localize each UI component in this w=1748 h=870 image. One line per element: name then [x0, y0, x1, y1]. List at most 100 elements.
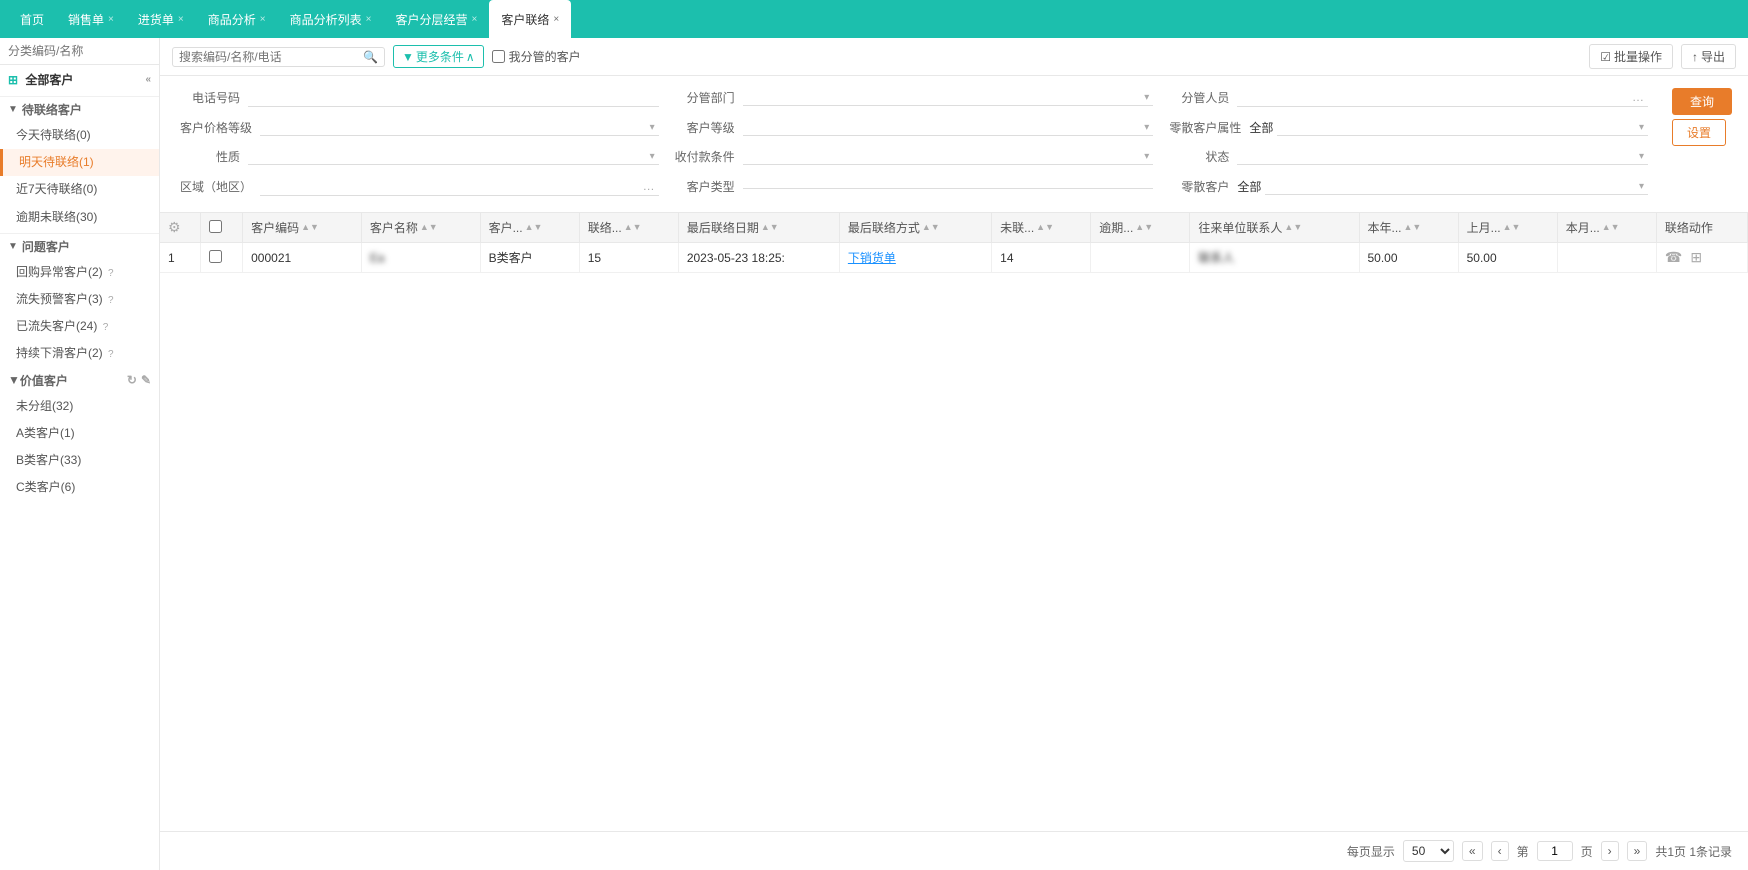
refresh-icon[interactable]: ↻: [127, 373, 137, 387]
table-settings-icon[interactable]: ⚙: [168, 219, 181, 235]
nav-customer-contact[interactable]: 客户联络 ×: [489, 0, 571, 38]
action-phone-icon[interactable]: ☎: [1665, 249, 1682, 266]
filter-customer-level-select[interactable]: ▾: [743, 120, 1154, 136]
last-month-sort-icon[interactable]: ▲▼: [1503, 223, 1521, 232]
contacts-sort-icon[interactable]: ▲▼: [624, 223, 642, 232]
nav-product-analysis-close[interactable]: ×: [260, 14, 266, 25]
filter-dept-select[interactable]: ▾: [743, 90, 1154, 106]
col-checkbox: [201, 213, 243, 243]
pending-arrow-icon: ▼: [8, 104, 18, 115]
filter-price-grade-select[interactable]: ▾: [260, 120, 659, 136]
export-button[interactable]: ↑ 导出: [1681, 44, 1736, 69]
unit-contacts-sort-icon[interactable]: ▲▼: [1284, 223, 1302, 232]
sidebar-search-input[interactable]: [8, 44, 160, 58]
first-page-button[interactable]: «: [1462, 841, 1483, 861]
last-method-link[interactable]: 下销货单: [848, 251, 896, 265]
search-box[interactable]: 🔍: [172, 47, 385, 67]
code-sort-icon[interactable]: ▲▼: [301, 223, 319, 232]
sidebar-search-box[interactable]: 🔍: [0, 38, 159, 65]
nav-product-analysis-list[interactable]: 商品分析列表 ×: [278, 0, 384, 38]
col-name: 客户名称 ▲▼: [361, 213, 480, 243]
this-month-sort-icon[interactable]: ▲▼: [1602, 223, 1620, 232]
filter-customer-type-select[interactable]: [743, 184, 1154, 189]
col-last-month: 上月... ▲▼: [1458, 213, 1557, 243]
overdue-sort-icon[interactable]: ▲▼: [1135, 223, 1153, 232]
row-category: B类客户: [480, 243, 579, 273]
gender-arrow-icon: ▾: [650, 151, 655, 162]
action-grid-icon[interactable]: ⊞: [1690, 249, 1702, 266]
row-unit-contacts: 联系人: [1190, 243, 1359, 273]
filter-btn[interactable]: ▼ 更多条件 ∧: [393, 45, 484, 68]
filter-payment-select[interactable]: ▾: [743, 149, 1154, 165]
nav-customer-layered[interactable]: 客户分层经营 ×: [383, 0, 489, 38]
filter-person-more-icon[interactable]: …: [1632, 90, 1644, 104]
query-button[interactable]: 查询: [1672, 88, 1732, 115]
action-icons: ☎ ⊞: [1665, 249, 1739, 266]
sidebar-item-week-pending[interactable]: 近7天待联络(0): [0, 176, 159, 203]
last-date-sort-icon[interactable]: ▲▼: [761, 223, 779, 232]
filter-region-more-icon[interactable]: …: [643, 179, 655, 193]
pagination: 每页显示 50 100 200 « ‹ 第 页 › » 共1页 1条记录: [160, 831, 1748, 870]
settings-button[interactable]: 设置: [1672, 119, 1726, 146]
last-page-button[interactable]: »: [1627, 841, 1648, 861]
col-action: 联络动作: [1656, 213, 1747, 243]
filter-status-select[interactable]: ▾: [1237, 149, 1648, 165]
row-select-checkbox[interactable]: [209, 250, 222, 263]
nav-purchase-order-close[interactable]: ×: [178, 14, 184, 25]
this-year-sort-icon[interactable]: ▲▼: [1404, 223, 1422, 232]
sidebar-item-ungrouped[interactable]: 未分组(32): [0, 393, 159, 420]
not-contacted-sort-icon[interactable]: ▲▼: [1036, 223, 1054, 232]
nav-home[interactable]: 首页: [8, 0, 56, 38]
sidebar-item-today-pending[interactable]: 今天待联络(0): [0, 122, 159, 149]
category-sort-icon[interactable]: ▲▼: [525, 223, 543, 232]
search-input[interactable]: [179, 50, 359, 64]
filter-phone-input[interactable]: [248, 88, 659, 107]
sidebar-item-class-c[interactable]: C类客户(6): [0, 474, 159, 501]
name-sort-icon[interactable]: ▲▼: [420, 223, 438, 232]
my-customers-checkbox[interactable]: [492, 50, 505, 63]
next-page-button[interactable]: ›: [1601, 841, 1619, 861]
batch-ops-button[interactable]: ☑ 批量操作: [1589, 44, 1673, 69]
last-method-sort-icon[interactable]: ▲▼: [922, 223, 940, 232]
filter-customer-level: 客户等级 ▾: [667, 115, 1162, 140]
customers-table: ⚙ 客户编码 ▲▼ 客户名称: [160, 213, 1748, 273]
nav-customer-contact-close[interactable]: ×: [553, 14, 559, 25]
value-section-icons: ↻ ✎: [127, 373, 151, 387]
sidebar-item-churn-warning[interactable]: 流失预警客户(3) ?: [0, 286, 159, 313]
problem-arrow-icon: ▼: [8, 241, 18, 252]
nav-sales-order-close[interactable]: ×: [108, 14, 114, 25]
nav-product-analysis-list-close[interactable]: ×: [366, 14, 372, 25]
nav-sales-order[interactable]: 销售单 ×: [56, 0, 126, 38]
filter-retail-attr-select[interactable]: ▾: [1277, 120, 1648, 136]
sidebar-item-repurchase-abnormal[interactable]: 回购异常客户(2) ?: [0, 259, 159, 286]
row-not-contacted: 14: [992, 243, 1091, 273]
sidebar-item-tomorrow-pending[interactable]: 明天待联络(1): [0, 149, 159, 176]
checkbox-icon: ☑: [1600, 50, 1611, 64]
nav-product-analysis[interactable]: 商品分析 ×: [196, 0, 278, 38]
sidebar-item-class-b[interactable]: B类客户(33): [0, 447, 159, 474]
col-last-date: 最后联络日期 ▲▼: [678, 213, 839, 243]
nav-customer-layered-close[interactable]: ×: [471, 14, 477, 25]
prev-page-button[interactable]: ‹: [1491, 841, 1509, 861]
row-last-month: 50.00: [1458, 243, 1557, 273]
sidebar-all-customers[interactable]: ⊞ 全部客户 «: [0, 65, 159, 94]
toolbar-right: ☑ 批量操作 ↑ 导出: [1589, 44, 1736, 69]
filter-retail-select[interactable]: ▾: [1265, 179, 1648, 195]
page-size-select[interactable]: 50 100 200: [1403, 840, 1454, 862]
select-all-checkbox[interactable]: [209, 220, 222, 233]
row-name: Ea: [361, 243, 480, 273]
main-layout: 🔍 ⊞ 全部客户 « ▼ 待联络客户 今天待联络(0) 明天待联络(1) 近7天…: [0, 38, 1748, 870]
sidebar-item-declining[interactable]: 持续下滑客户(2) ?: [0, 340, 159, 367]
sidebar-item-class-a[interactable]: A类客户(1): [0, 420, 159, 447]
sidebar-collapse-icon[interactable]: «: [145, 74, 151, 85]
filter-gender-select[interactable]: ▾: [248, 149, 659, 165]
sidebar-item-overdue-pending[interactable]: 逾期未联络(30): [0, 204, 159, 231]
nav-purchase-order[interactable]: 进货单 ×: [126, 0, 196, 38]
filter-price-grade: 客户价格等级 ▾: [172, 115, 667, 140]
page-number-input[interactable]: [1537, 841, 1573, 861]
sidebar-item-churned[interactable]: 已流失客户(24) ?: [0, 313, 159, 340]
my-customers-checkbox-label[interactable]: 我分管的客户: [492, 48, 581, 65]
filter-icon: ▼: [402, 50, 414, 64]
edit-icon[interactable]: ✎: [141, 373, 151, 387]
search-icon[interactable]: 🔍: [363, 50, 378, 64]
